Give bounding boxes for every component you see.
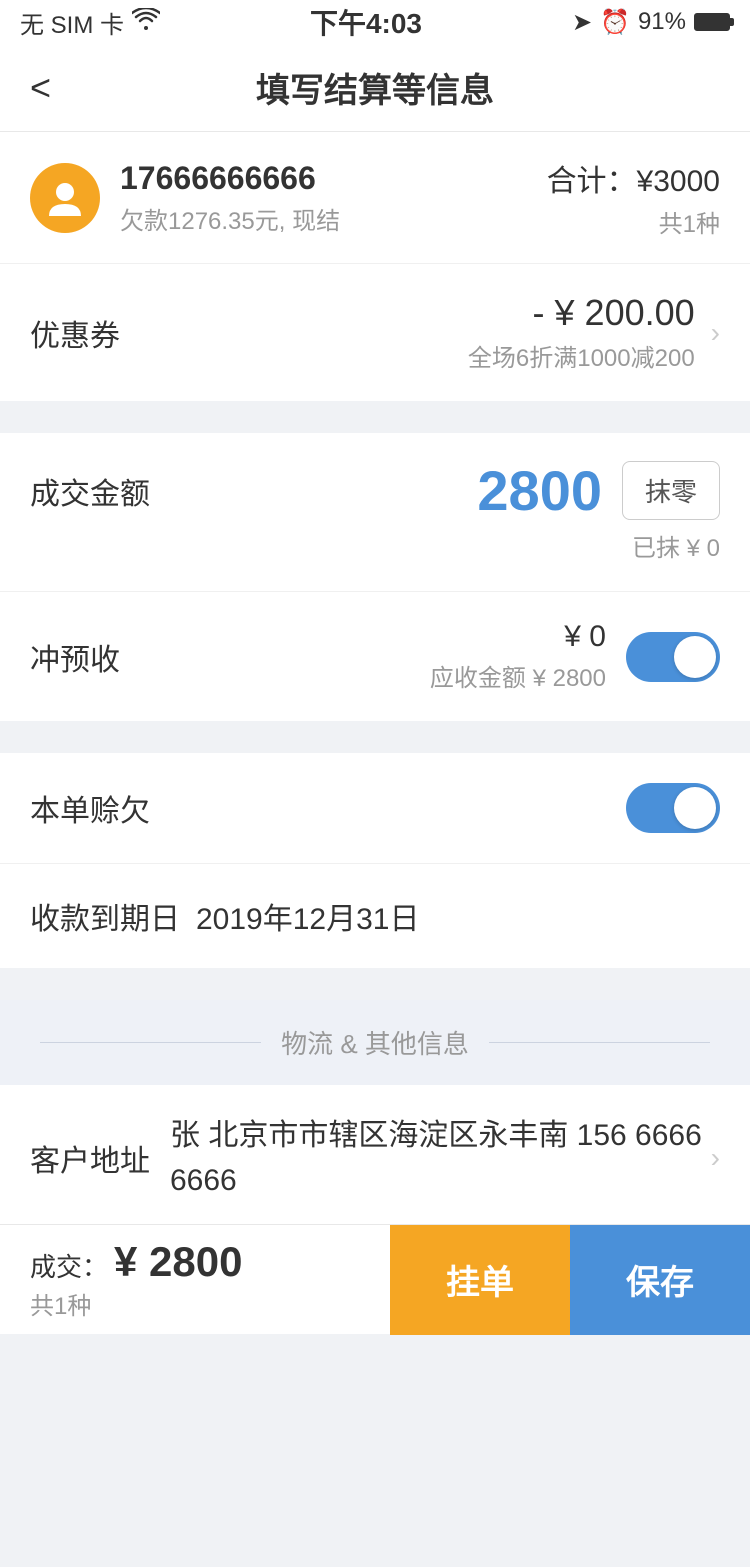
status-left: 无 SIM 卡: [20, 5, 160, 40]
customer-phone: 17666666666: [120, 160, 340, 197]
deal-right: 2800 抹零: [477, 461, 720, 520]
wifi-icon: [132, 8, 160, 37]
logistics-line-left: [40, 1042, 261, 1043]
address-chevron-icon: ›: [711, 1142, 720, 1174]
due-date-label: 收款到期日: [30, 894, 180, 938]
coupon-amount: - ¥ 200.00: [468, 292, 695, 334]
bottom-summary: 成交： ¥ 2800 共1种: [0, 1238, 390, 1321]
debit-label: 本单赊欠: [30, 786, 150, 830]
pre-collect-amount: ¥ 0: [430, 620, 606, 654]
address-value: 张 北京市市辖区海淀区永丰南 156 6666 6666: [170, 1113, 705, 1203]
bottom-deal-label: 成交：: [30, 1247, 108, 1284]
section-divider-2: [0, 737, 750, 753]
alarm-icon: ⏰: [600, 8, 630, 37]
customer-left: 17666666666 欠款1276.35元, 现结: [30, 160, 340, 236]
address-card: 客户地址 张 北京市市辖区海淀区永丰南 156 6666 6666 ›: [0, 1085, 750, 1231]
customer-card: 17666666666 欠款1276.35元, 现结 合计：¥3000 共1种 …: [0, 132, 750, 401]
save-button[interactable]: 保存: [570, 1225, 750, 1335]
battery-icon: [694, 13, 730, 31]
bottom-bar: 成交： ¥ 2800 共1种 挂单 保存: [0, 1224, 750, 1334]
status-right: ➤ ⏰ 91%: [572, 8, 730, 37]
debit-card: 本单赊欠 收款到期日 2019年12月31日: [0, 753, 750, 968]
logistics-label: 物流 & 其他信息: [281, 1024, 469, 1061]
pre-collect-sub: 应收金额 ¥ 2800: [430, 658, 606, 693]
logistics-divider: 物流 & 其他信息: [0, 1000, 750, 1085]
back-button[interactable]: <: [20, 57, 61, 119]
location-icon: ➤: [572, 8, 592, 37]
total-amount: 合计：¥3000: [547, 156, 720, 200]
customer-total: 合计：¥3000 共1种: [547, 156, 720, 239]
status-time: 下午4:03: [310, 2, 422, 42]
hold-button[interactable]: 挂单: [390, 1225, 570, 1335]
coupon-chevron-icon: ›: [711, 317, 720, 349]
section-divider-3: [0, 984, 750, 1000]
due-date-value: 2019年12月31日: [196, 894, 419, 938]
status-bar: 无 SIM 卡 下午4:03 ➤ ⏰ 91%: [0, 0, 750, 44]
deal-label: 成交金额: [30, 469, 150, 513]
pre-collect-right: ¥ 0 应收金额 ¥ 2800: [430, 620, 720, 693]
nav-bar: < 填写结算等信息: [0, 44, 750, 132]
sim-status: 无 SIM 卡: [20, 5, 124, 40]
battery-label: 91%: [638, 8, 686, 36]
coupon-right: - ¥ 200.00 全场6折满1000减200 ›: [468, 292, 720, 373]
coupon-desc: 全场6折满1000减200: [468, 338, 695, 373]
customer-row: 17666666666 欠款1276.35元, 现结 合计：¥3000 共1种: [0, 132, 750, 263]
page-title: 填写结算等信息: [256, 63, 494, 112]
debit-row: 本单赊欠: [0, 753, 750, 863]
pre-collect-values: ¥ 0 应收金额 ¥ 2800: [430, 620, 606, 693]
due-date-row: 收款到期日 2019年12月31日: [0, 863, 750, 968]
bottom-deal-row: 成交： ¥ 2800: [30, 1238, 360, 1286]
pre-collect-row: 冲预收 ¥ 0 应收金额 ¥ 2800: [0, 591, 750, 721]
bottom-deal-count: 共1种: [30, 1286, 360, 1321]
coupon-row[interactable]: 优惠券 - ¥ 200.00 全场6折满1000减200 ›: [0, 263, 750, 401]
address-row[interactable]: 客户地址 张 北京市市辖区海淀区永丰南 156 6666 6666 ›: [0, 1085, 750, 1231]
deal-amount-value: 2800: [477, 463, 602, 519]
content-area: 17666666666 欠款1276.35元, 现结 合计：¥3000 共1种 …: [0, 132, 750, 1567]
bottom-deal-amount: ¥ 2800: [114, 1238, 242, 1286]
customer-info: 17666666666 欠款1276.35元, 现结: [120, 160, 340, 236]
customer-debt: 欠款1276.35元, 现结: [120, 201, 340, 236]
address-label: 客户地址: [30, 1136, 150, 1180]
total-count: 共1种: [547, 204, 720, 239]
round-zero-button[interactable]: 抹零: [622, 461, 720, 520]
avatar: [30, 163, 100, 233]
deal-amount-row: 成交金额 2800 抹零: [30, 461, 720, 520]
deal-card: 成交金额 2800 抹零 已抹 ¥ 0 冲预收 ¥ 0 应收金额 ¥ 2800: [0, 433, 750, 721]
pre-collect-label: 冲预收: [30, 635, 120, 679]
debit-toggle[interactable]: [626, 783, 720, 833]
coupon-label: 优惠券: [30, 311, 120, 355]
coupon-details: - ¥ 200.00 全场6折满1000减200: [468, 292, 695, 373]
logistics-line-right: [489, 1042, 710, 1043]
section-divider-1: [0, 417, 750, 433]
deal-amount-section: 成交金额 2800 抹零 已抹 ¥ 0: [0, 433, 750, 591]
pre-collect-toggle[interactable]: [626, 632, 720, 682]
deal-sub: 已抹 ¥ 0: [30, 528, 720, 563]
